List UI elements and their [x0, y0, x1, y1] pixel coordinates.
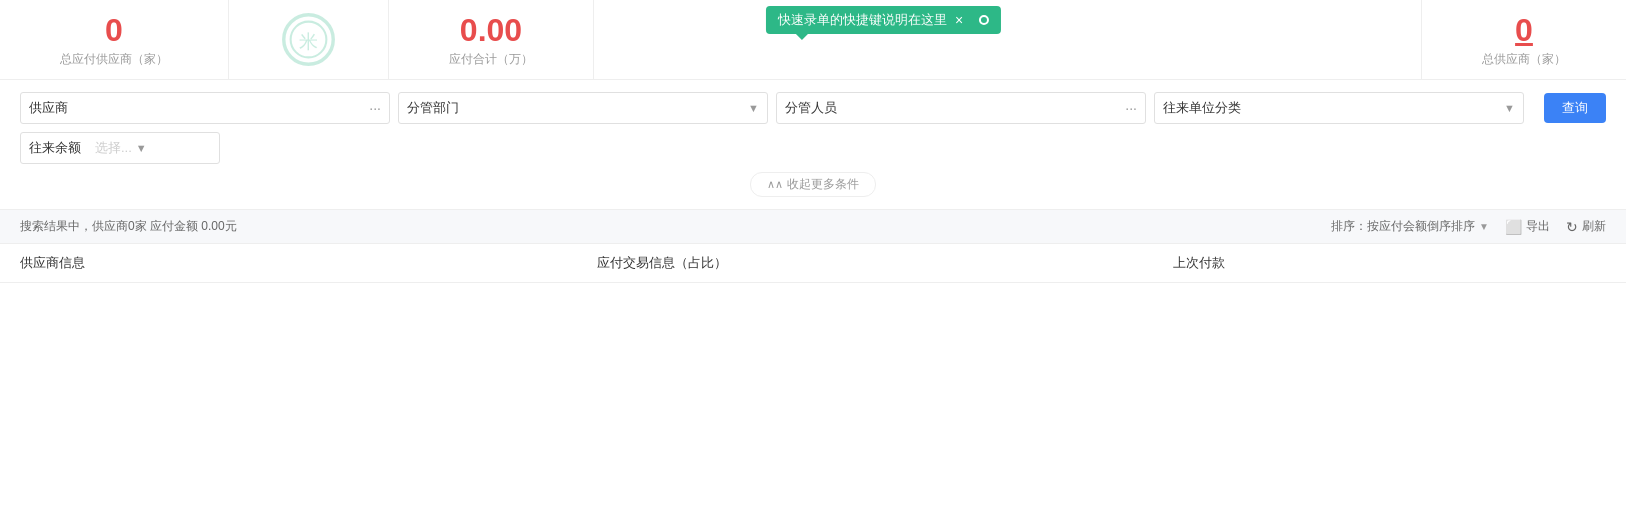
table-body — [0, 283, 1626, 515]
export-icon: ⬜ — [1505, 219, 1522, 235]
balance-filter: 往来余额 选择... ▼ — [20, 132, 220, 164]
table-header: 供应商信息 应付交易信息（占比） 上次付款 — [0, 244, 1626, 283]
tooltip-dot — [979, 15, 989, 25]
supplier-dots[interactable]: ··· — [369, 100, 381, 116]
coin-icon: 米 — [281, 12, 336, 67]
collapse-row: ∧∧ 收起更多条件 — [20, 168, 1606, 205]
coin-icon-area: 米 — [229, 0, 389, 79]
tooltip-close-btn[interactable]: × — [955, 13, 963, 27]
stat-total-suppliers: 0 总供应商（家） — [1421, 0, 1626, 79]
balance-label: 往来余额 — [29, 139, 81, 157]
col-header-transaction: 应付交易信息（占比） — [597, 254, 1174, 272]
query-button[interactable]: 查询 — [1544, 93, 1606, 123]
col-header-supplier-info: 供应商信息 — [20, 254, 597, 272]
stat-label-payable-total: 应付合计（万） — [449, 51, 533, 68]
unit-class-label: 往来单位分类 — [1163, 99, 1241, 117]
tooltip-text: 快速录单的快捷键说明在这里 — [778, 11, 947, 29]
filter-area: 供应商 ··· 分管部门 ▼ 分管人员 ··· 往来单位分类 ▼ 查询 往来余额 — [0, 80, 1626, 210]
balance-select[interactable]: 选择... ▼ — [95, 139, 211, 157]
supplier-label: 供应商 — [29, 99, 77, 117]
supplier-filter: 供应商 ··· — [20, 92, 390, 124]
person-filter: 分管人员 ··· — [776, 92, 1146, 124]
person-dots[interactable]: ··· — [1125, 100, 1137, 116]
department-label: 分管部门 — [407, 99, 459, 117]
person-label: 分管人员 — [785, 99, 837, 117]
supplier-input[interactable] — [91, 101, 363, 116]
col-header-last-payment: 上次付款 — [1173, 254, 1606, 272]
export-label: 导出 — [1526, 218, 1550, 235]
unit-class-filter: 往来单位分类 ▼ — [1154, 92, 1524, 124]
collapse-up-icon: ∧∧ — [767, 178, 783, 191]
balance-placeholder: 选择... — [95, 139, 132, 157]
person-input[interactable] — [851, 101, 1119, 116]
tooltip-bubble: 快速录单的快捷键说明在这里 × — [766, 6, 1001, 34]
stat-number-total-suppliers: 0 — [1515, 11, 1533, 49]
collapse-label: 收起更多条件 — [787, 176, 859, 193]
sort-chevron-icon: ▼ — [1479, 221, 1489, 232]
unit-class-chevron-icon: ▼ — [1504, 102, 1515, 114]
stat-number-payable-total: 0.00 — [460, 11, 522, 49]
svg-text:米: 米 — [299, 31, 318, 52]
results-actions: 排序：按应付会额倒序排序 ▼ ⬜ 导出 ↻ 刷新 — [1331, 218, 1606, 235]
sort-select[interactable]: 排序：按应付会额倒序排序 ▼ — [1331, 218, 1489, 235]
stat-total-payable-suppliers: 0 总应付供应商（家） — [0, 0, 229, 79]
refresh-btn[interactable]: ↻ 刷新 — [1566, 218, 1606, 235]
stat-label-payable-suppliers: 总应付供应商（家） — [60, 51, 168, 68]
collapse-btn[interactable]: ∧∧ 收起更多条件 — [750, 172, 876, 197]
refresh-label: 刷新 — [1582, 218, 1606, 235]
stats-bar: 0 总应付供应商（家） 米 0.00 应付合计（万） 快速录单的快捷键说明在这里… — [0, 0, 1626, 80]
sort-label: 排序：按应付会额倒序排序 — [1331, 218, 1475, 235]
stat-number-payable-suppliers: 0 — [105, 11, 123, 49]
refresh-icon: ↻ — [1566, 219, 1578, 235]
results-summary: 搜索结果中，供应商0家 应付金额 0.00元 — [20, 218, 237, 235]
department-filter: 分管部门 ▼ — [398, 92, 768, 124]
balance-chevron-icon: ▼ — [136, 142, 147, 154]
export-btn[interactable]: ⬜ 导出 — [1505, 218, 1550, 235]
stat-label-total-suppliers: 总供应商（家） — [1482, 51, 1566, 68]
results-bar: 搜索结果中，供应商0家 应付金额 0.00元 排序：按应付会额倒序排序 ▼ ⬜ … — [0, 210, 1626, 244]
department-chevron-icon: ▼ — [748, 102, 759, 114]
stat-payable-total: 0.00 应付合计（万） — [389, 0, 594, 79]
